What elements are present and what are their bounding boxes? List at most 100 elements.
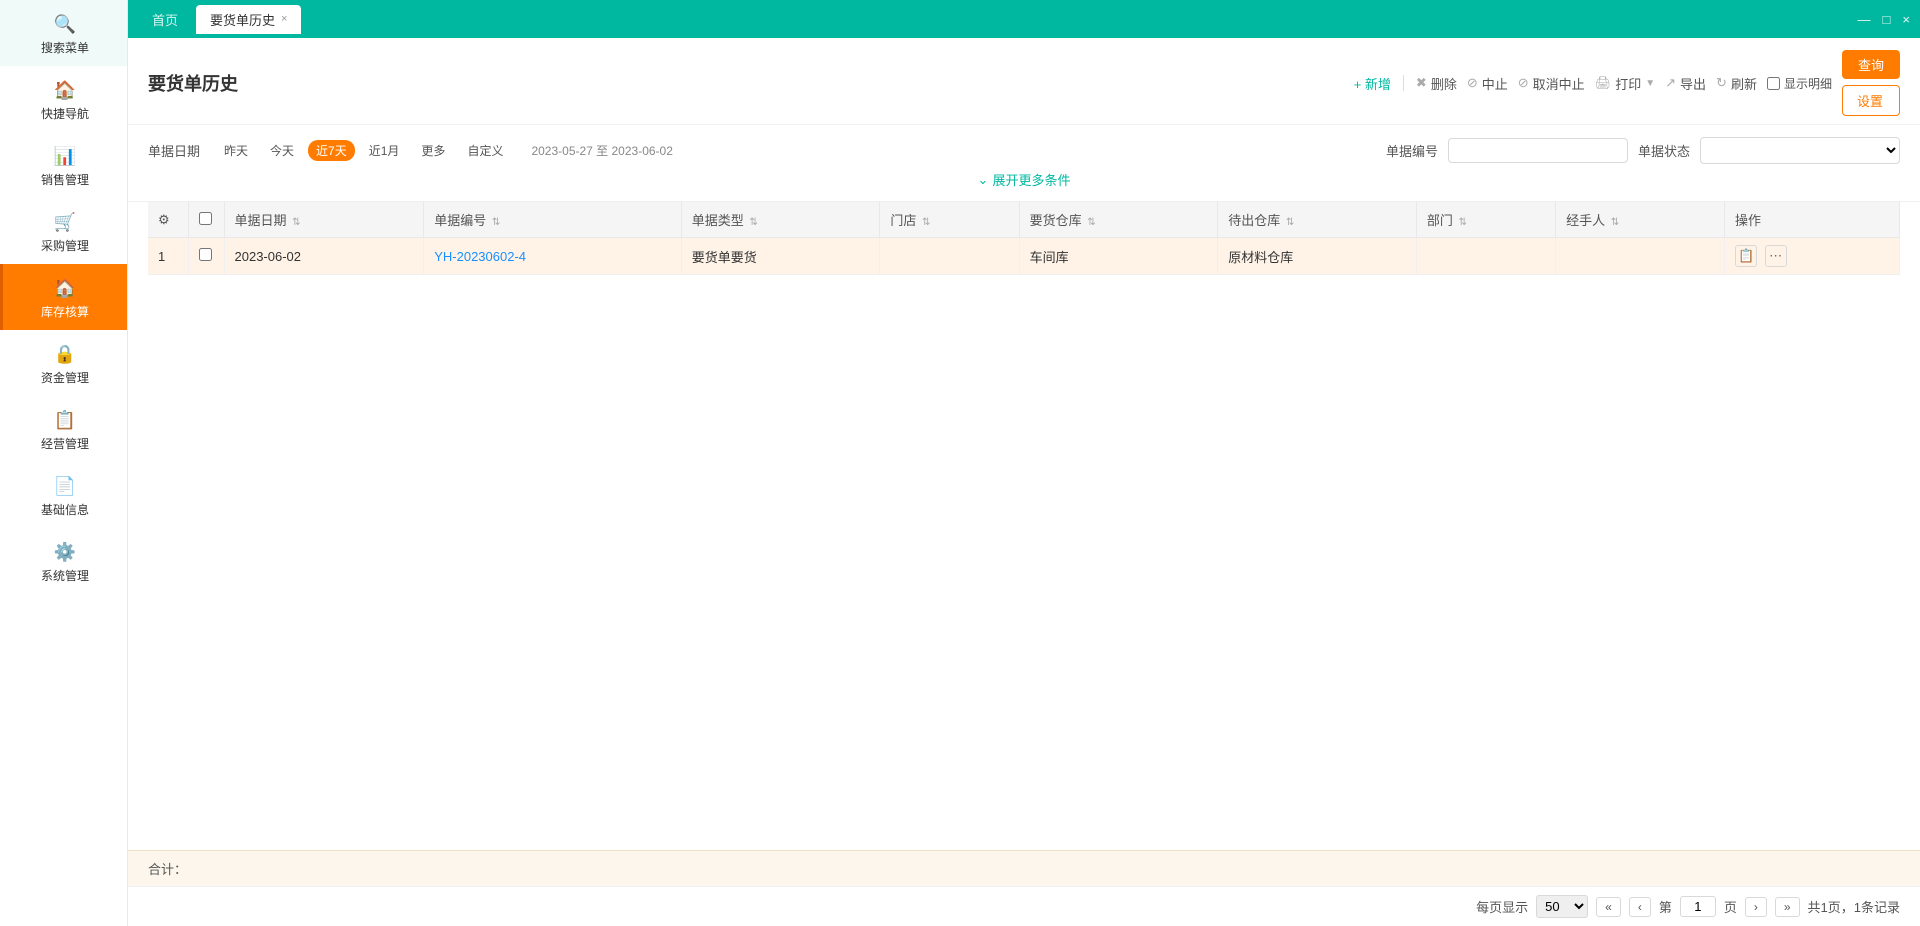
close-button[interactable]: × bbox=[1902, 12, 1910, 27]
sidebar-item-sales-mgmt[interactable]: 📊 销售管理 bbox=[0, 132, 127, 198]
per-page-select[interactable]: 50 100 bbox=[1536, 895, 1588, 918]
date-filters: 昨天 今天 近7天 近1月 更多 自定义 bbox=[216, 140, 511, 161]
last7days-btn[interactable]: 近7天 bbox=[308, 140, 355, 161]
row-store bbox=[880, 238, 1019, 275]
col-req-warehouse[interactable]: 要货仓库 ⇅ bbox=[1019, 202, 1218, 238]
sidebar: 🔍 搜索菜单 🏠 快捷导航 📊 销售管理 🛒 采购管理 🏠 库存核算 🔒 资金管… bbox=[0, 0, 128, 926]
col-op: 操作 bbox=[1725, 202, 1900, 238]
search-menu-icon: 🔍 bbox=[54, 14, 76, 35]
suspend-button[interactable]: ⊘ 中止 bbox=[1467, 74, 1508, 93]
table-container: ⚙ 单据日期 ⇅ 单据编号 ⇅ 单据类型 ⇅ 门店 ⇅ 要货仓库 ⇅ 待出仓库 … bbox=[128, 202, 1920, 850]
delete-button[interactable]: ✖ 删除 bbox=[1416, 74, 1457, 93]
last1month-btn[interactable]: 近1月 bbox=[361, 140, 408, 161]
sidebar-item-basic-info[interactable]: 📄 基础信息 bbox=[0, 462, 127, 528]
sort-dept-icon: ⇅ bbox=[1458, 217, 1466, 228]
toolbar: + 新增 ✖ 删除 ⊘ 中止 ⊘ 取消中止 🖨 打印 ▼ bbox=[1354, 50, 1900, 116]
col-doc-type[interactable]: 单据类型 ⇅ bbox=[681, 202, 880, 238]
tab-requisition-history[interactable]: 要货单历史 × bbox=[196, 5, 301, 34]
tab-bar: 首页 要货单历史 × — □ × bbox=[128, 0, 1920, 38]
row-doc-date: 2023-06-02 bbox=[224, 238, 424, 275]
doc-status-label: 单据状态 bbox=[1638, 141, 1690, 160]
query-button[interactable]: 查询 bbox=[1842, 50, 1900, 79]
yesterday-btn[interactable]: 昨天 bbox=[216, 140, 256, 161]
op-edit-icon[interactable]: 📋 bbox=[1735, 245, 1757, 267]
sidebar-item-finance-mgmt[interactable]: 🔒 资金管理 bbox=[0, 330, 127, 396]
print-button[interactable]: 🖨 打印 ▼ bbox=[1595, 74, 1655, 93]
col-dept[interactable]: 部门 ⇅ bbox=[1416, 202, 1555, 238]
sidebar-item-search-menu[interactable]: 🔍 搜索菜单 bbox=[0, 0, 127, 66]
op-more-icon[interactable]: ⋯ bbox=[1765, 245, 1787, 267]
content-area: 要货单历史 + 新增 ✖ 删除 ⊘ 中止 ⊘ 取消中止 bbox=[128, 38, 1920, 926]
sidebar-item-ops-mgmt[interactable]: 📋 经营管理 bbox=[0, 396, 127, 462]
filter-area: 单据日期 昨天 今天 近7天 近1月 更多 自定义 2023-05-27 至 2… bbox=[128, 125, 1920, 202]
sys-mgmt-icon: ⚙️ bbox=[54, 542, 76, 563]
select-all-checkbox[interactable] bbox=[199, 212, 212, 225]
col-settings[interactable]: ⚙ bbox=[148, 202, 188, 238]
purchase-icon: 🛒 bbox=[54, 212, 76, 233]
row-handler bbox=[1556, 238, 1725, 275]
row-op: 📋 ⋯ bbox=[1725, 238, 1900, 275]
row-req-warehouse: 车间库 bbox=[1019, 238, 1218, 275]
col-store[interactable]: 门店 ⇅ bbox=[880, 202, 1019, 238]
basic-info-icon: 📄 bbox=[54, 476, 76, 497]
tab-close-icon[interactable]: × bbox=[281, 13, 287, 25]
sidebar-item-quick-nav[interactable]: 🏠 快捷导航 bbox=[0, 66, 127, 132]
col-checkbox bbox=[188, 202, 224, 238]
col-pending-warehouse[interactable]: 待出仓库 ⇅ bbox=[1218, 202, 1417, 238]
table-footer: 合计： bbox=[128, 850, 1920, 886]
doc-no-link[interactable]: YH-20230602-4 bbox=[434, 249, 526, 264]
last-page-btn[interactable]: » bbox=[1775, 897, 1800, 917]
expand-more-btn[interactable]: ⌄ 展开更多条件 bbox=[148, 170, 1900, 189]
doc-no-label: 单据编号 bbox=[1386, 141, 1438, 160]
next-page-btn[interactable]: › bbox=[1745, 897, 1767, 917]
pagination-bar: 每页显示 50 100 « ‹ 第 页 › » 共1页，1条记录 bbox=[128, 886, 1920, 926]
page-number-input[interactable] bbox=[1680, 896, 1716, 917]
tab-home[interactable]: 首页 bbox=[138, 5, 192, 34]
date-filter-label: 单据日期 bbox=[148, 141, 200, 160]
page-title: 要货单历史 bbox=[148, 70, 238, 96]
main-area: 首页 要货单历史 × — □ × 要货单历史 + 新增 ✖ 删除 bbox=[128, 0, 1920, 926]
sales-icon: 📊 bbox=[54, 146, 76, 167]
sort-handler-icon: ⇅ bbox=[1611, 217, 1619, 228]
sort-doc-type-icon: ⇅ bbox=[749, 217, 757, 228]
prev-page-btn[interactable]: ‹ bbox=[1629, 897, 1651, 917]
col-doc-date[interactable]: 单据日期 ⇅ bbox=[224, 202, 424, 238]
doc-no-input[interactable] bbox=[1448, 138, 1628, 163]
sort-doc-date-icon: ⇅ bbox=[292, 217, 300, 228]
custom-date-btn[interactable]: 自定义 bbox=[459, 140, 511, 161]
new-button[interactable]: + 新增 bbox=[1354, 74, 1391, 93]
ops-icon: 📋 bbox=[54, 410, 76, 431]
first-page-btn[interactable]: « bbox=[1596, 897, 1621, 917]
row-doc-type: 要货单要货 bbox=[681, 238, 880, 275]
row-pending-warehouse: 原材料仓库 bbox=[1218, 238, 1417, 275]
col-handler[interactable]: 经手人 ⇅ bbox=[1556, 202, 1725, 238]
sidebar-item-purchase-mgmt[interactable]: 🛒 采购管理 bbox=[0, 198, 127, 264]
minimize-button[interactable]: — bbox=[1858, 12, 1871, 27]
display-detail-input[interactable] bbox=[1767, 77, 1780, 90]
more-date-btn[interactable]: 更多 bbox=[413, 140, 453, 161]
today-btn[interactable]: 今天 bbox=[262, 140, 302, 161]
maximize-button[interactable]: □ bbox=[1883, 12, 1891, 27]
date-range-display: 2023-05-27 至 2023-06-02 bbox=[531, 142, 672, 159]
row-select-checkbox[interactable] bbox=[199, 248, 212, 261]
sort-store-icon: ⇅ bbox=[922, 217, 930, 228]
doc-status-select[interactable] bbox=[1700, 137, 1900, 164]
sort-doc-no-icon: ⇅ bbox=[492, 217, 500, 228]
row-checkbox[interactable] bbox=[188, 238, 224, 275]
settings-button[interactable]: 设置 bbox=[1842, 85, 1900, 116]
sort-req-warehouse-icon: ⇅ bbox=[1087, 217, 1095, 228]
sidebar-item-inventory[interactable]: 🏠 库存核算 bbox=[0, 264, 127, 330]
display-detail-checkbox[interactable]: 显示明细 bbox=[1767, 75, 1832, 92]
cancel-suspend-button[interactable]: ⊘ 取消中止 bbox=[1518, 74, 1585, 93]
finance-icon: 🔒 bbox=[54, 344, 76, 365]
tab-bar-right: — □ × bbox=[1858, 12, 1910, 27]
export-button[interactable]: ↗ 导出 bbox=[1665, 74, 1706, 93]
table-row: 1 2023-06-02 YH-20230602-4 要货单要货 车间库 原材料… bbox=[148, 238, 1900, 275]
sort-pending-warehouse-icon: ⇅ bbox=[1286, 217, 1294, 228]
home-icon: 🏠 bbox=[54, 80, 76, 101]
col-doc-no[interactable]: 单据编号 ⇅ bbox=[424, 202, 681, 238]
row-doc-no[interactable]: YH-20230602-4 bbox=[424, 238, 681, 275]
data-table: ⚙ 单据日期 ⇅ 单据编号 ⇅ 单据类型 ⇅ 门店 ⇅ 要货仓库 ⇅ 待出仓库 … bbox=[148, 202, 1900, 275]
sidebar-item-sys-mgmt[interactable]: ⚙️ 系统管理 bbox=[0, 528, 127, 594]
refresh-button[interactable]: ↻ 刷新 bbox=[1716, 74, 1757, 93]
